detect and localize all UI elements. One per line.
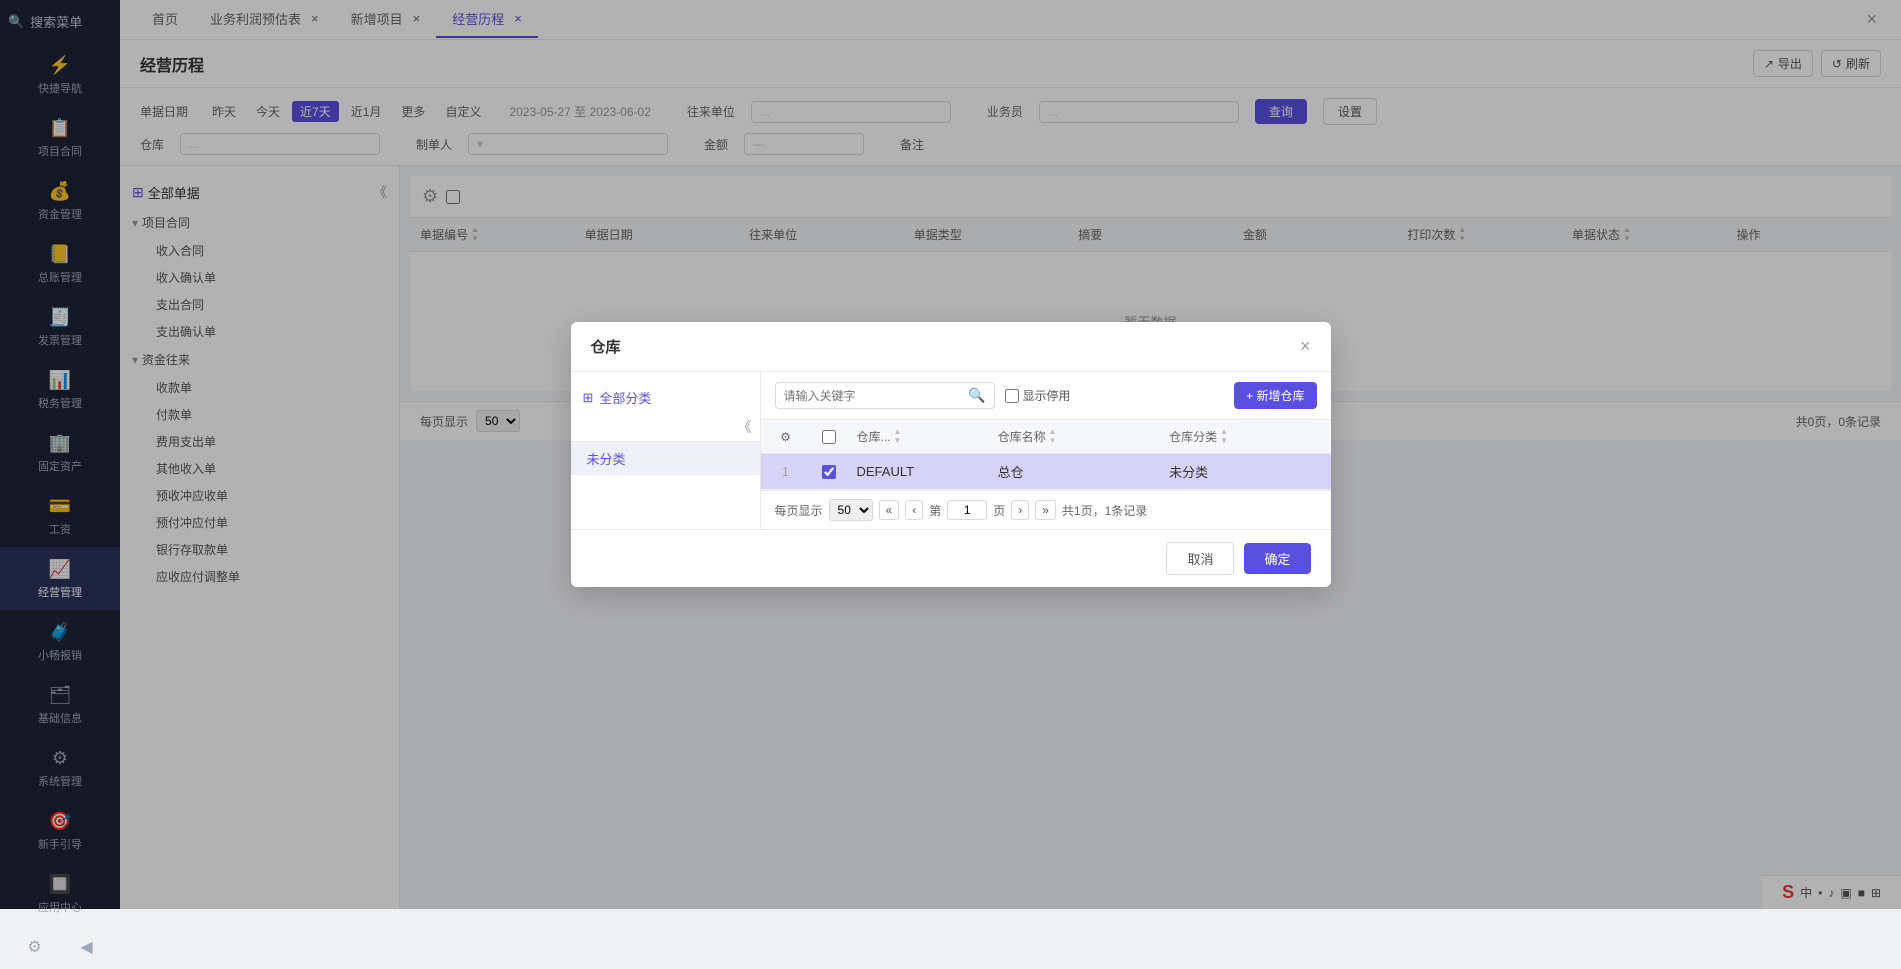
sidebar-bottom: ⚙ ◀: [0, 925, 120, 969]
settings-icon[interactable]: ⚙: [27, 937, 41, 957]
row-checkbox-cell: [811, 454, 847, 489]
modal-overlay: 仓库 × ⊞ 全部分类 《 未分类: [0, 0, 1901, 909]
row-checkbox[interactable]: [822, 465, 836, 479]
row-index: 1: [761, 454, 811, 489]
modal-body: ⊞ 全部分类 《 未分类 🔍 显示停用: [571, 372, 1331, 529]
modal-page-size-select[interactable]: 50: [829, 499, 873, 521]
th-check: [811, 420, 847, 453]
row-code: DEFAULT: [847, 454, 988, 489]
add-warehouse-button[interactable]: + 新增仓库: [1234, 382, 1316, 409]
search-icon[interactable]: 🔍: [968, 387, 985, 404]
th-category: 仓库分类 ▲▼: [1159, 420, 1330, 453]
modal-all-categories[interactable]: ⊞ 全部分类: [571, 382, 760, 413]
warehouse-modal: 仓库 × ⊞ 全部分类 《 未分类: [571, 322, 1331, 587]
modal-table-header: ⚙ 仓库... ▲▼ 仓库名称 ▲▼: [761, 420, 1331, 454]
modal-prev-page-button[interactable]: ‹: [905, 500, 923, 520]
row-name: 总仓: [988, 454, 1159, 489]
modal-last-page-button[interactable]: »: [1035, 500, 1056, 520]
modal-title: 仓库: [591, 336, 621, 357]
modal-search-box[interactable]: 🔍: [775, 382, 995, 409]
modal-category-uncategorized[interactable]: 未分类: [571, 442, 760, 475]
cancel-button[interactable]: 取消: [1166, 542, 1234, 575]
settings-col-icon[interactable]: ⚙: [780, 430, 791, 444]
show-disabled-checkbox-label[interactable]: 显示停用: [1005, 387, 1071, 404]
modal-next-page-button[interactable]: ›: [1011, 500, 1029, 520]
table-row[interactable]: 1 DEFAULT 总仓 未分类: [761, 454, 1331, 490]
th-code: 仓库... ▲▼: [847, 420, 988, 453]
modal-header: 仓库 ×: [571, 322, 1331, 372]
show-disabled-checkbox[interactable]: [1005, 389, 1019, 403]
modal-search-input[interactable]: [784, 389, 969, 403]
th-idx: ⚙: [761, 420, 811, 453]
modal-table-panel: 🔍 显示停用 + 新增仓库 ⚙: [761, 372, 1331, 529]
modal-footer: 取消 确定: [571, 529, 1331, 587]
modal-toolbar: 🔍 显示停用 + 新增仓库: [761, 372, 1331, 420]
grid-icon: ⊞: [583, 390, 594, 406]
modal-close-button[interactable]: ×: [1300, 336, 1311, 357]
modal-select-all[interactable]: [822, 430, 836, 444]
collapse-modal-left-icon[interactable]: 《: [738, 417, 752, 437]
th-name: 仓库名称 ▲▼: [988, 420, 1159, 453]
collapse-sidebar-icon[interactable]: ◀: [80, 937, 92, 957]
modal-page-input[interactable]: [947, 500, 987, 520]
confirm-button[interactable]: 确定: [1244, 543, 1310, 574]
modal-first-page-button[interactable]: «: [879, 500, 900, 520]
modal-pagination: 每页显示 50 « ‹ 第 页 › » 共1页，1条记录: [761, 490, 1331, 529]
row-category: 未分类: [1159, 454, 1330, 489]
modal-total-info: 共1页，1条记录: [1062, 502, 1147, 519]
modal-table: ⚙ 仓库... ▲▼ 仓库名称 ▲▼: [761, 420, 1331, 490]
modal-category-panel: ⊞ 全部分类 《 未分类: [571, 372, 761, 529]
